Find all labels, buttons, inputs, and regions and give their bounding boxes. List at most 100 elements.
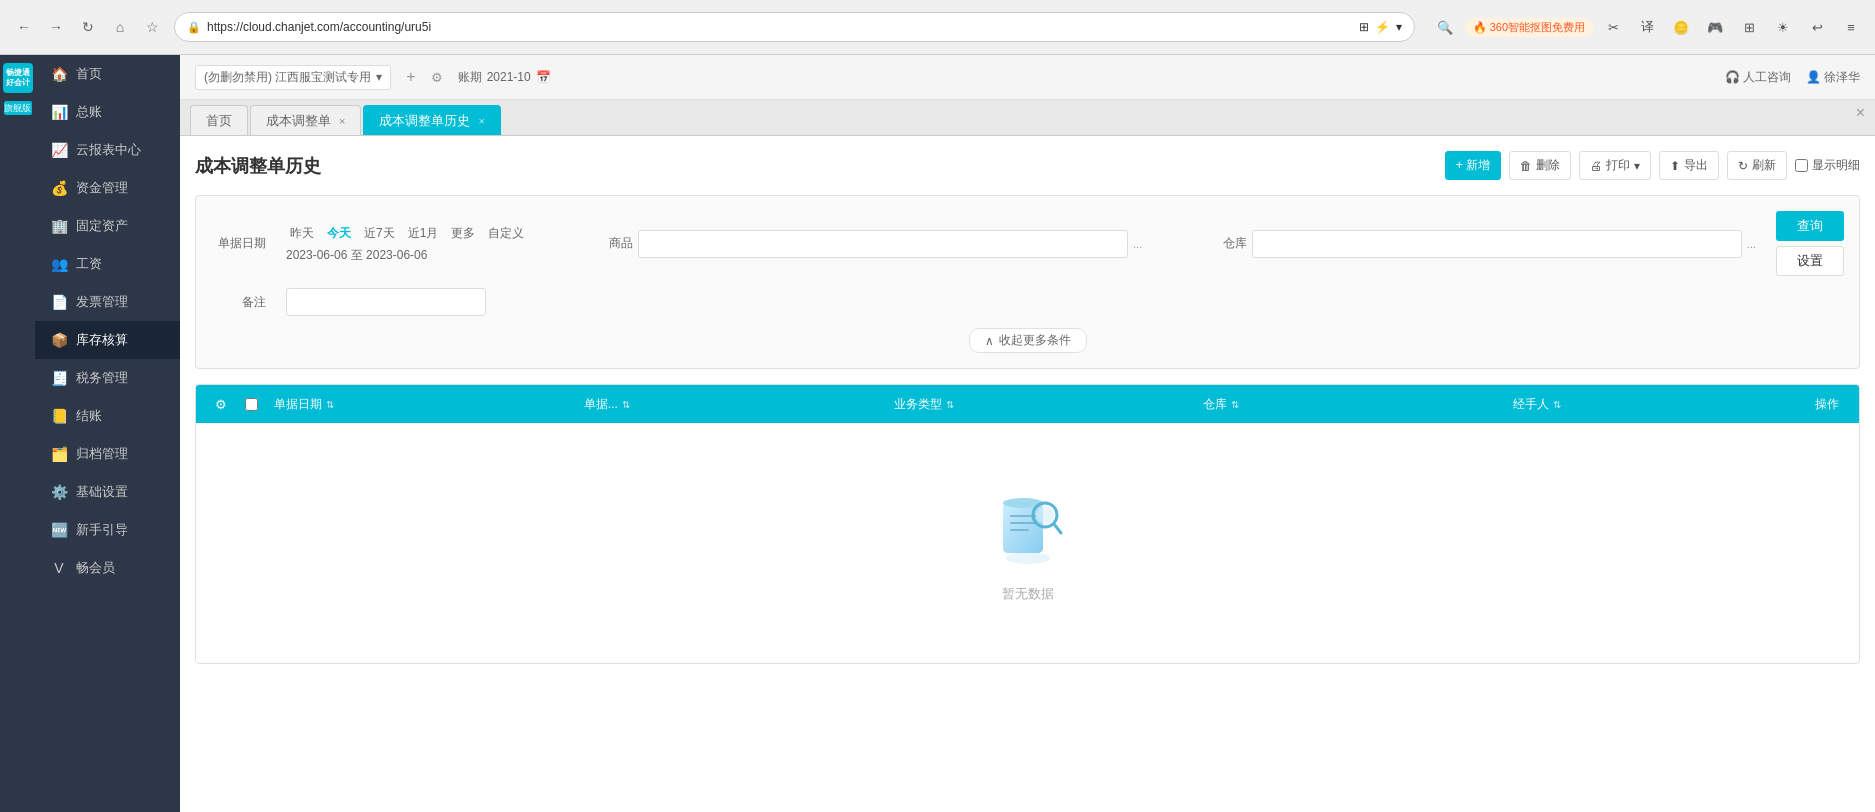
company-selector[interactable]: (勿删勿禁用) 江西服宝测试专用 ▾ [195,65,391,90]
add-label: + 新增 [1456,157,1490,174]
th-warehouse[interactable]: 仓库 ⇅ [1195,396,1505,413]
add-button[interactable]: + 新增 [1445,151,1501,180]
calendar-icon[interactable]: 📅 [536,70,551,84]
shortcut-7days[interactable]: 近7天 [360,223,399,244]
sidebar-item-home[interactable]: 🏠 首页 [35,55,180,93]
sidebar-item-ledger[interactable]: 📊 总账 [35,93,180,131]
sidebar-item-vip[interactable]: V 畅会员 [35,549,180,587]
sidebar-label-reports: 云报表中心 [76,141,141,159]
goods-input[interactable] [638,230,1128,258]
sidebar-item-payroll[interactable]: 👥 工资 [35,245,180,283]
settings-gear-icon[interactable]: ⚙ [431,70,443,85]
show-detail-checkbox[interactable]: 显示明细 [1795,157,1860,174]
table-gear-icon[interactable]: ⚙ [206,397,236,412]
sidebar-label-settings: 基础设置 [76,483,128,501]
sidebar-label-assets: 固定资产 [76,217,128,235]
user-icon: 👤 [1806,70,1821,84]
sidebar-item-assets[interactable]: 🏢 固定资产 [35,207,180,245]
scissors-icon[interactable]: ✂ [1599,13,1627,41]
apps-icon[interactable]: ⊞ [1735,13,1763,41]
date-filter-group: 昨天 今天 近7天 近1月 更多 自定义 2023-06-06 至 2023-0… [286,223,528,264]
header-actions: + 新增 🗑 删除 🖨 打印 ▾ ⬆ 导出 [1445,151,1860,180]
print-dropdown-icon: ▾ [1634,159,1640,173]
sidebar-item-closing[interactable]: 📒 结账 [35,397,180,435]
goods-more-btn[interactable]: ... [1133,238,1142,250]
browser-right-tools: 🔍 🔥 360智能抠图免费用 ✂ 译 🪙 🎮 ⊞ ☀ ↩ ≡ [1431,13,1865,41]
wallet-icon[interactable]: 🪙 [1667,13,1695,41]
th-handler-label: 经手人 [1513,396,1549,413]
sidebar-item-reports[interactable]: 📈 云报表中心 [35,131,180,169]
th-date[interactable]: 单据日期 ⇅ [266,396,576,413]
select-all-input[interactable] [245,398,258,411]
brand-edition-badge: 旗舰版 [4,101,32,115]
page-header: 成本调整单历史 + 新增 🗑 删除 🖨 打印 ▾ ⬆ [195,151,1860,180]
th-warehouse-label: 仓库 [1203,396,1227,413]
menu-icon[interactable]: ≡ [1837,13,1865,41]
game-icon[interactable]: 🎮 [1701,13,1729,41]
reports-icon: 📈 [50,142,68,158]
back-button[interactable]: ← [10,13,38,41]
tab-bar-close-all[interactable]: × [1856,104,1865,122]
tab-cost-adjust[interactable]: 成本调整单 × [250,105,361,135]
filter-row-date: 单据日期 昨天 今天 近7天 近1月 更多 自定义 2023-06-06 至 2… [211,211,1844,276]
forward-button[interactable]: → [42,13,70,41]
nav-buttons: ← → ↻ ⌂ ☆ [10,13,166,41]
address-bar[interactable]: 🔒 https://cloud.chanjet.com/accounting/u… [174,12,1415,42]
sidebar-item-inventory[interactable]: 📦 库存核算 [35,321,180,359]
svg-line-9 [1054,524,1061,533]
translate-icon[interactable]: 译 [1633,13,1661,41]
empty-illustration [983,483,1073,573]
ssl-lock-icon: 🔒 [187,21,201,34]
payroll-icon: 👥 [50,256,68,272]
shortcut-more[interactable]: 更多 [447,223,479,244]
shortcut-custom[interactable]: 自定义 [484,223,528,244]
remark-input[interactable] [286,288,486,316]
print-button[interactable]: 🖨 打印 ▾ [1579,151,1651,180]
query-button[interactable]: 查询 [1776,211,1844,241]
sidebar-item-archive[interactable]: 🗂️ 归档管理 [35,435,180,473]
tab-cost-history-close[interactable]: × [478,115,484,127]
shortcut-yesterday[interactable]: 昨天 [286,223,318,244]
add-company-btn[interactable]: + [406,68,415,86]
sidebar-item-invoice[interactable]: 📄 发票管理 [35,283,180,321]
export-button[interactable]: ⬆ 导出 [1659,151,1719,180]
brand-logo[interactable]: 畅捷通好会计 [3,63,33,93]
brightness-icon[interactable]: ☀ [1769,13,1797,41]
shortcut-1month[interactable]: 近1月 [404,223,443,244]
shortcut-today[interactable]: 今天 [323,223,355,244]
hot-search-area[interactable]: 🔥 360智能抠图免费用 [1465,18,1593,37]
th-biztype[interactable]: 业务类型 ⇅ [886,396,1196,413]
delete-button[interactable]: 🗑 删除 [1509,151,1571,180]
tab-cost-adjust-close[interactable]: × [339,115,345,127]
settings-icon: ⚙️ [50,484,68,500]
table-select-all-checkbox[interactable] [236,398,266,411]
tab-cost-history[interactable]: 成本调整单历史 × [363,105,500,135]
tab-home[interactable]: 首页 [190,105,248,135]
user-btn[interactable]: 👤 徐泽华 [1806,69,1860,86]
bookmark-button[interactable]: ☆ [138,13,166,41]
th-handler-sort-icon: ⇅ [1553,399,1561,410]
th-handler[interactable]: 经手人 ⇅ [1505,396,1815,413]
home-button[interactable]: ⌂ [106,13,134,41]
collapse-btn[interactable]: ∧ 收起更多条件 [969,328,1087,353]
th-docno[interactable]: 单据... ⇅ [576,396,886,413]
table-empty-state: 暂无数据 [196,423,1859,663]
show-detail-input[interactable] [1795,159,1808,172]
svg-point-0 [1006,552,1050,564]
undo-icon[interactable]: ↩ [1803,13,1831,41]
warehouse-input[interactable] [1252,230,1742,258]
search-icon[interactable]: 🔍 [1431,13,1459,41]
refresh-button[interactable]: ↻ [74,13,102,41]
inventory-icon: 📦 [50,332,68,348]
sidebar-item-finance[interactable]: 💰 资金管理 [35,169,180,207]
warehouse-more-btn[interactable]: ... [1747,238,1756,250]
th-date-sort-icon: ⇅ [326,399,334,410]
filter-settings-button[interactable]: 设置 [1776,246,1844,276]
sidebar-item-settings[interactable]: ⚙️ 基础设置 [35,473,180,511]
sidebar-label-tax: 税务管理 [76,369,128,387]
sidebar-label-inventory: 库存核算 [76,331,128,349]
sidebar-item-tax[interactable]: 🧾 税务管理 [35,359,180,397]
service-btn[interactable]: 🎧 人工咨询 [1725,69,1791,86]
refresh-button[interactable]: ↻ 刷新 [1727,151,1787,180]
sidebar-item-guide[interactable]: 🆕 新手引导 [35,511,180,549]
